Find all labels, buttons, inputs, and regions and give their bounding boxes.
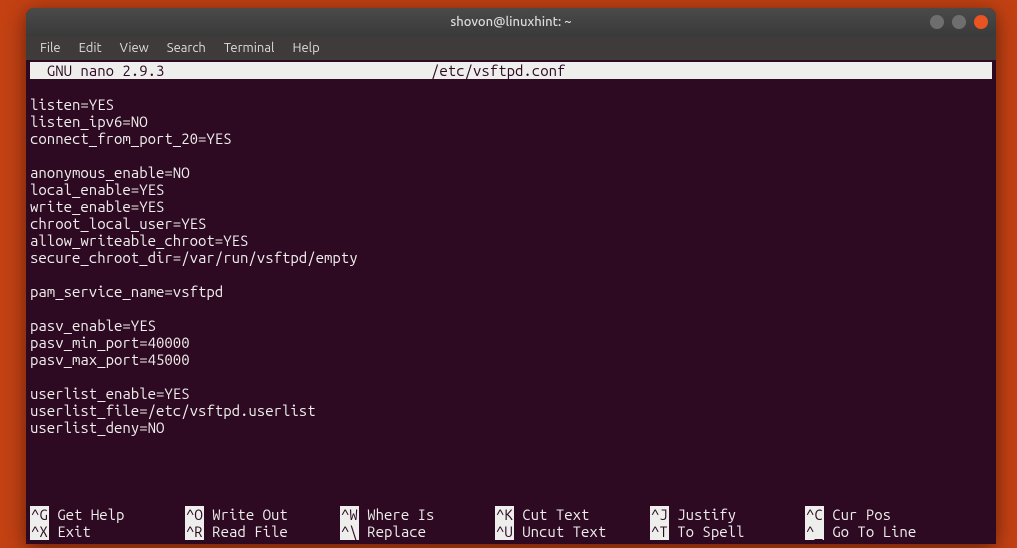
shortcut-label: Get Help	[49, 506, 125, 523]
shortcut-row-2: ^X Exit^R Read File^\ Replace^U Uncut Te…	[30, 523, 992, 540]
minimize-button[interactable]	[930, 15, 944, 29]
shortcut-item: ^U Uncut Text	[495, 523, 650, 540]
nano-version: GNU nano 2.9.3	[30, 62, 164, 79]
shortcut-key: ^_	[805, 523, 824, 540]
editor-line: pam_service_name=vsftpd	[30, 283, 992, 300]
close-button[interactable]	[974, 15, 988, 29]
menubar: File Edit View Search Terminal Help	[26, 36, 996, 60]
shortcut-key: ^C	[805, 506, 824, 523]
shortcut-item: ^W Where Is	[340, 506, 495, 523]
shortcut-item: ^_ Go To Line	[805, 523, 960, 540]
shortcut-key: ^X	[30, 523, 49, 540]
shortcut-item: ^K Cut Text	[495, 506, 650, 523]
editor-line: listen_ipv6=NO	[30, 113, 992, 130]
shortcut-item: ^O Write Out	[185, 506, 340, 523]
editor-line: local_enable=YES	[30, 181, 992, 198]
shortcut-key: ^T	[650, 523, 669, 540]
shortcut-key: ^J	[650, 506, 669, 523]
editor-line: userlist_deny=NO	[30, 419, 992, 436]
editor-line: write_enable=YES	[30, 198, 992, 215]
editor-content: listen=YESlisten_ipv6=NOconnect_from_por…	[30, 79, 992, 436]
editor-line: anonymous_enable=NO	[30, 164, 992, 181]
menu-view[interactable]: View	[112, 39, 157, 57]
shortcut-label: Where Is	[359, 506, 435, 523]
shortcut-label: Go To Line	[824, 523, 916, 540]
titlebar: shovon@linuxhint: ~	[26, 8, 996, 36]
menu-terminal[interactable]: Terminal	[216, 39, 283, 57]
nano-shortcuts: ^G Get Help^O Write Out^W Where Is^K Cut…	[30, 506, 992, 540]
editor-line: connect_from_port_20=YES	[30, 130, 992, 147]
shortcut-key: ^O	[185, 506, 204, 523]
shortcut-key: ^G	[30, 506, 49, 523]
shortcut-key: ^W	[340, 506, 359, 523]
shortcut-label: Uncut Text	[514, 523, 606, 540]
shortcut-label: Replace	[359, 523, 426, 540]
shortcut-item: ^J Justify	[650, 506, 805, 523]
window-title: shovon@linuxhint: ~	[450, 15, 571, 29]
shortcut-label: Exit	[49, 523, 91, 540]
editor-line	[30, 368, 992, 385]
menu-edit[interactable]: Edit	[71, 39, 110, 57]
editor-line	[30, 147, 992, 164]
shortcut-item: ^C Cur Pos	[805, 506, 960, 523]
maximize-button[interactable]	[952, 15, 966, 29]
editor-line: allow_writeable_chroot=YES	[30, 232, 992, 249]
editor-line: listen=YES	[30, 96, 992, 113]
editor-line: userlist_file=/etc/vsftpd.userlist	[30, 402, 992, 419]
window-controls	[930, 15, 988, 29]
menu-help[interactable]: Help	[284, 39, 327, 57]
shortcut-key: ^R	[185, 523, 204, 540]
shortcut-item: ^X Exit	[30, 523, 185, 540]
shortcut-item: ^R Read File	[185, 523, 340, 540]
shortcut-label: Justify	[669, 506, 736, 523]
editor-line	[30, 300, 992, 317]
terminal-area[interactable]: GNU nano 2.9.3 /etc/vsftpd.conf listen=Y…	[26, 60, 996, 544]
shortcut-item: ^T To Spell	[650, 523, 805, 540]
terminal-window: shovon@linuxhint: ~ File Edit View Searc…	[26, 8, 996, 544]
nano-filename: /etc/vsftpd.conf	[164, 62, 832, 79]
shortcut-key: ^\	[340, 523, 359, 540]
shortcut-label: Cur Pos	[824, 506, 891, 523]
shortcut-key: ^U	[495, 523, 514, 540]
nano-header: GNU nano 2.9.3 /etc/vsftpd.conf	[30, 62, 992, 79]
editor-line: pasv_enable=YES	[30, 317, 992, 334]
editor-line: secure_chroot_dir=/var/run/vsftpd/empty	[30, 249, 992, 266]
shortcut-item: ^G Get Help	[30, 506, 185, 523]
shortcut-item: ^\ Replace	[340, 523, 495, 540]
shortcut-label: Cut Text	[514, 506, 590, 523]
shortcut-label: Write Out	[204, 506, 288, 523]
shortcut-row-1: ^G Get Help^O Write Out^W Where Is^K Cut…	[30, 506, 992, 523]
shortcut-label: Read File	[204, 523, 288, 540]
editor-line: pasv_max_port=45000	[30, 351, 992, 368]
shortcut-label: To Spell	[669, 523, 745, 540]
menu-file[interactable]: File	[32, 39, 69, 57]
editor-line	[30, 266, 992, 283]
shortcut-key: ^K	[495, 506, 514, 523]
menu-search[interactable]: Search	[159, 39, 214, 57]
editor-line: chroot_local_user=YES	[30, 215, 992, 232]
editor-line: userlist_enable=YES	[30, 385, 992, 402]
editor-line: pasv_min_port=40000	[30, 334, 992, 351]
